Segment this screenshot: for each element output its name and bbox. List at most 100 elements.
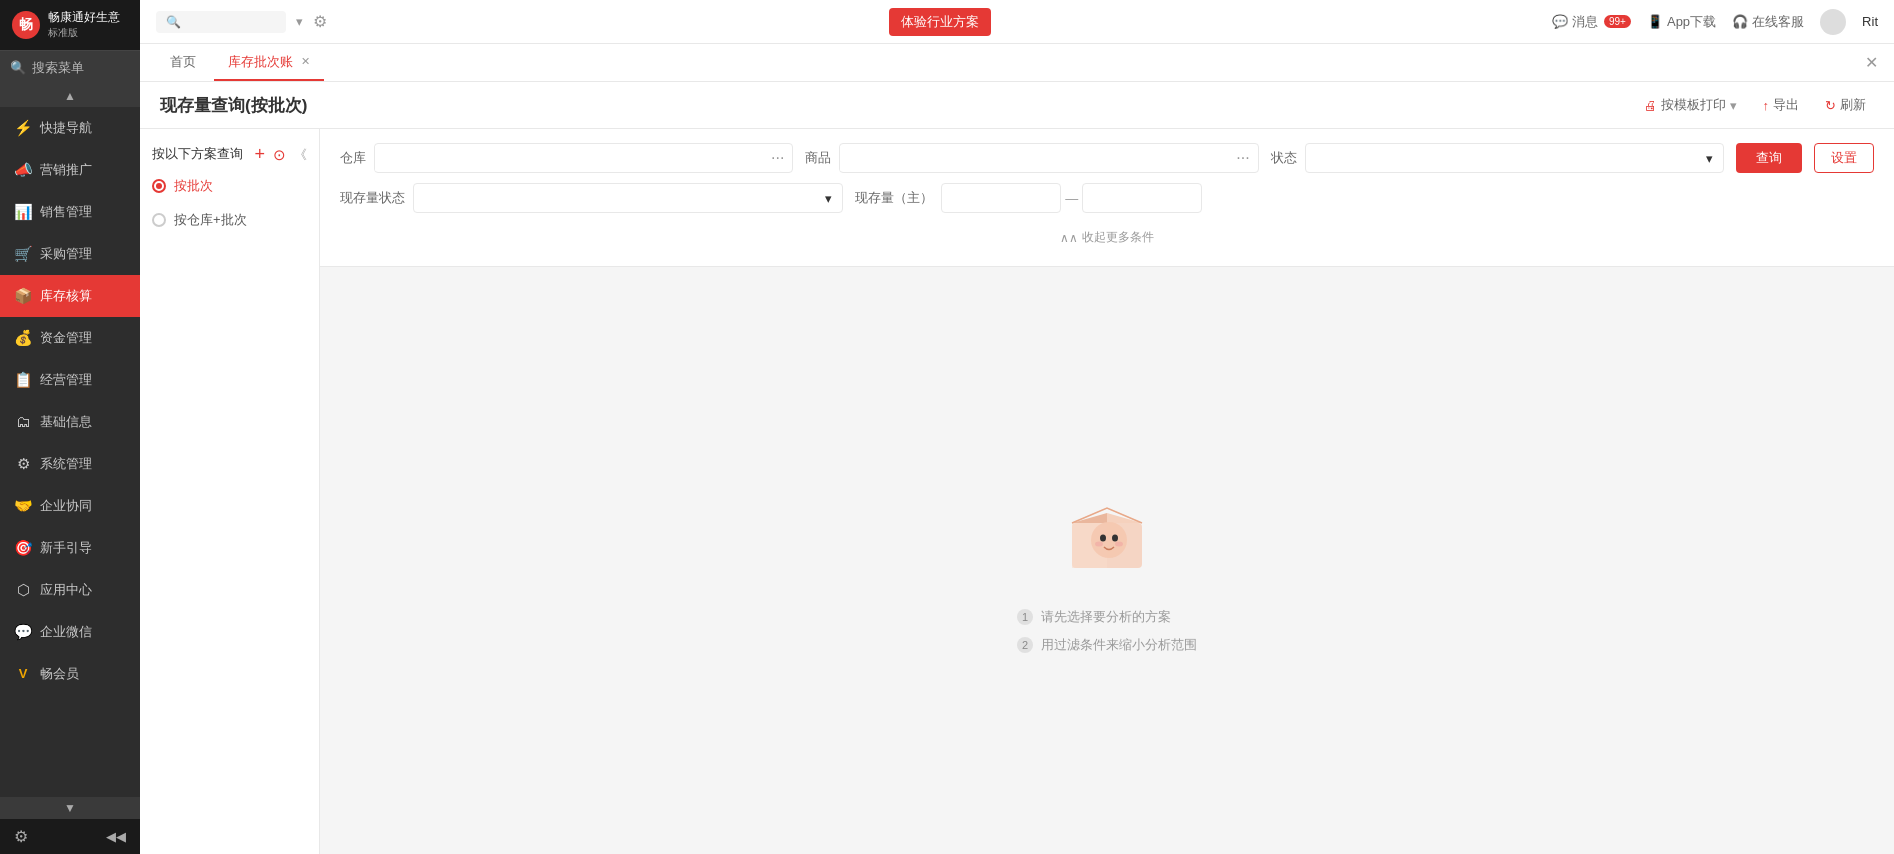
query-btn[interactable]: 查询 [1736, 143, 1802, 173]
system-icon: ⚙ [14, 455, 32, 473]
filter-option-batch[interactable]: 按批次 [140, 169, 319, 203]
sidebar-item-appcenter[interactable]: ⬡ 应用中心 [0, 569, 140, 611]
sidebar-logo: 畅 [12, 11, 40, 39]
member-icon: V [14, 665, 32, 683]
svg-point-6 [1112, 534, 1118, 541]
sidebar-scroll-up[interactable]: ▲ [0, 85, 140, 107]
filter-panel: 按以下方案查询 + ⊙ 《 按批次 按仓库+批次 [140, 129, 320, 854]
warehouse-input-group[interactable]: ··· [374, 143, 793, 173]
settings-btn[interactable]: 设置 [1814, 143, 1874, 173]
filter-add-btn[interactable]: + [254, 145, 265, 163]
search-icon: 🔍 [10, 60, 26, 75]
experience-btn[interactable]: 体验行业方案 [889, 8, 991, 36]
tabs-bar: 首页 库存批次账 ✕ ✕ [140, 44, 1894, 82]
sidebar-nav: ⚡ 快捷导航 📣 营销推广 📊 销售管理 🛒 采购管理 📦 库存核算 💰 资金管… [0, 107, 140, 797]
message-label: 消息 [1572, 13, 1598, 31]
collapse-label: 收起更多条件 [1082, 229, 1154, 246]
settings-icon[interactable]: ⚙ [14, 827, 28, 846]
sidebar-item-inventory[interactable]: 📦 库存核算 [0, 275, 140, 317]
tab-home-label: 首页 [170, 53, 196, 71]
query-area: 仓库 ··· 商品 ··· 状态 [320, 129, 1894, 854]
stock-status-select[interactable]: ▾ [413, 183, 843, 213]
topbar-settings-icon[interactable]: ⚙ [313, 12, 327, 31]
tab-inventory-batch[interactable]: 库存批次账 ✕ [214, 45, 324, 81]
stock-main-label: 现存量（主） [855, 189, 933, 207]
sidebar-item-enterprise[interactable]: 🤝 企业协同 [0, 485, 140, 527]
sidebar-item-marketing[interactable]: 📣 营销推广 [0, 149, 140, 191]
sidebar-item-label: 销售管理 [40, 203, 92, 221]
online-service-btn[interactable]: 🎧 在线客服 [1732, 13, 1804, 31]
topbar-dropdown-icon[interactable]: ▾ [296, 14, 303, 29]
filter-option-warehouse-batch[interactable]: 按仓库+批次 [140, 203, 319, 237]
sidebar-item-sales[interactable]: 📊 销售管理 [0, 191, 140, 233]
app-download-btn[interactable]: 📱 App下载 [1647, 13, 1716, 31]
collapse-sidebar-icon[interactable]: ◀◀ [106, 829, 126, 844]
refresh-icon: ↻ [1825, 98, 1836, 113]
sidebar-company-info: 畅康通好生意 标准版 [48, 10, 120, 40]
sidebar-item-system[interactable]: ⚙ 系统管理 [0, 443, 140, 485]
sidebar-item-operations[interactable]: 📋 经营管理 [0, 359, 140, 401]
sidebar-item-finance[interactable]: 💰 资金管理 [0, 317, 140, 359]
sidebar-item-label: 新手引导 [40, 539, 92, 557]
status-field: 状态 ▾ [1271, 143, 1724, 173]
empty-state: 1 请先选择要分析的方案 2 用过滤条件来缩小分析范围 [320, 267, 1894, 854]
sidebar: 畅 畅康通好生意 标准版 🔍 搜索菜单 ▲ ⚡ 快捷导航 📣 营销推广 📊 销售… [0, 0, 140, 854]
filter-option-warehouse-label: 按仓库+批次 [174, 211, 247, 229]
warehouse-input[interactable] [375, 146, 763, 171]
stock-main-dash: — [1061, 191, 1082, 206]
form-row-2: 现存量状态 ▾ 现存量（主） — [340, 183, 1874, 213]
tip-num-1: 1 [1017, 609, 1033, 625]
sales-icon: 📊 [14, 203, 32, 221]
sidebar-item-label: 快捷导航 [40, 119, 92, 137]
quicknav-icon: ⚡ [14, 119, 32, 137]
tab-panel-close-btn[interactable]: ✕ [1865, 53, 1878, 72]
sidebar-item-purchase[interactable]: 🛒 采购管理 [0, 233, 140, 275]
topbar-search[interactable]: 🔍 [156, 11, 286, 33]
print-dropdown-icon[interactable]: ▾ [1730, 98, 1737, 113]
product-input[interactable] [840, 146, 1228, 171]
sidebar-item-label: 应用中心 [40, 581, 92, 599]
message-btn[interactable]: 💬 消息 99+ [1552, 13, 1631, 31]
filter-settings-btn[interactable]: ⊙ [273, 147, 286, 162]
user-avatar[interactable] [1820, 9, 1846, 35]
status-select[interactable]: ▾ [1305, 143, 1724, 173]
sidebar-item-wechat[interactable]: 💬 企业微信 [0, 611, 140, 653]
marketing-icon: 📣 [14, 161, 32, 179]
sidebar-item-member[interactable]: V 畅会员 [0, 653, 140, 695]
filter-collapse-btn[interactable]: 《 [294, 148, 307, 161]
refresh-btn[interactable]: ↻ 刷新 [1817, 92, 1874, 118]
sidebar-item-basic-info[interactable]: 🗂 基础信息 [0, 401, 140, 443]
filter-header-icons: + ⊙ 《 [254, 145, 307, 163]
collapse-bar[interactable]: ∧∧ 收起更多条件 [340, 223, 1874, 252]
svg-point-7 [1095, 541, 1103, 546]
sidebar-item-guide[interactable]: 🎯 新手引导 [0, 527, 140, 569]
topbar-left: 🔍 ▾ ⚙ [156, 11, 327, 33]
product-more-icon[interactable]: ··· [1228, 149, 1257, 167]
page-title: 现存量查询(按批次) [160, 94, 307, 117]
finance-icon: 💰 [14, 329, 32, 347]
print-icon: 🖨 [1644, 98, 1657, 113]
sidebar-item-label: 基础信息 [40, 413, 92, 431]
tip-text-2: 用过滤条件来缩小分析范围 [1041, 636, 1197, 654]
warehouse-more-icon[interactable]: ··· [763, 149, 792, 167]
tab-close-btn[interactable]: ✕ [301, 55, 310, 68]
tab-home[interactable]: 首页 [156, 45, 210, 81]
tab-inventory-batch-label: 库存批次账 [228, 53, 293, 71]
svg-point-5 [1100, 534, 1106, 541]
product-input-group[interactable]: ··· [839, 143, 1258, 173]
tip-text-1: 请先选择要分析的方案 [1041, 608, 1171, 626]
company-name: 畅康通好生意 [48, 10, 120, 26]
sidebar-scroll-down[interactable]: ▼ [0, 797, 140, 819]
stock-main-to-input[interactable] [1082, 183, 1202, 213]
sidebar-item-quicknav[interactable]: ⚡ 快捷导航 [0, 107, 140, 149]
print-btn[interactable]: 🖨 按模板打印 ▾ [1636, 92, 1745, 118]
tip-num-2: 2 [1017, 637, 1033, 653]
sidebar-item-label: 经营管理 [40, 371, 92, 389]
sidebar-search[interactable]: 🔍 搜索菜单 [0, 51, 140, 85]
export-btn[interactable]: ↑ 导出 [1755, 92, 1808, 118]
app-download-label: App下载 [1667, 13, 1716, 31]
filter-option-batch-label: 按批次 [174, 177, 213, 195]
sidebar-footer: ⚙ ◀◀ [0, 819, 140, 854]
inventory-icon: 📦 [14, 287, 32, 305]
stock-main-from-input[interactable] [941, 183, 1061, 213]
